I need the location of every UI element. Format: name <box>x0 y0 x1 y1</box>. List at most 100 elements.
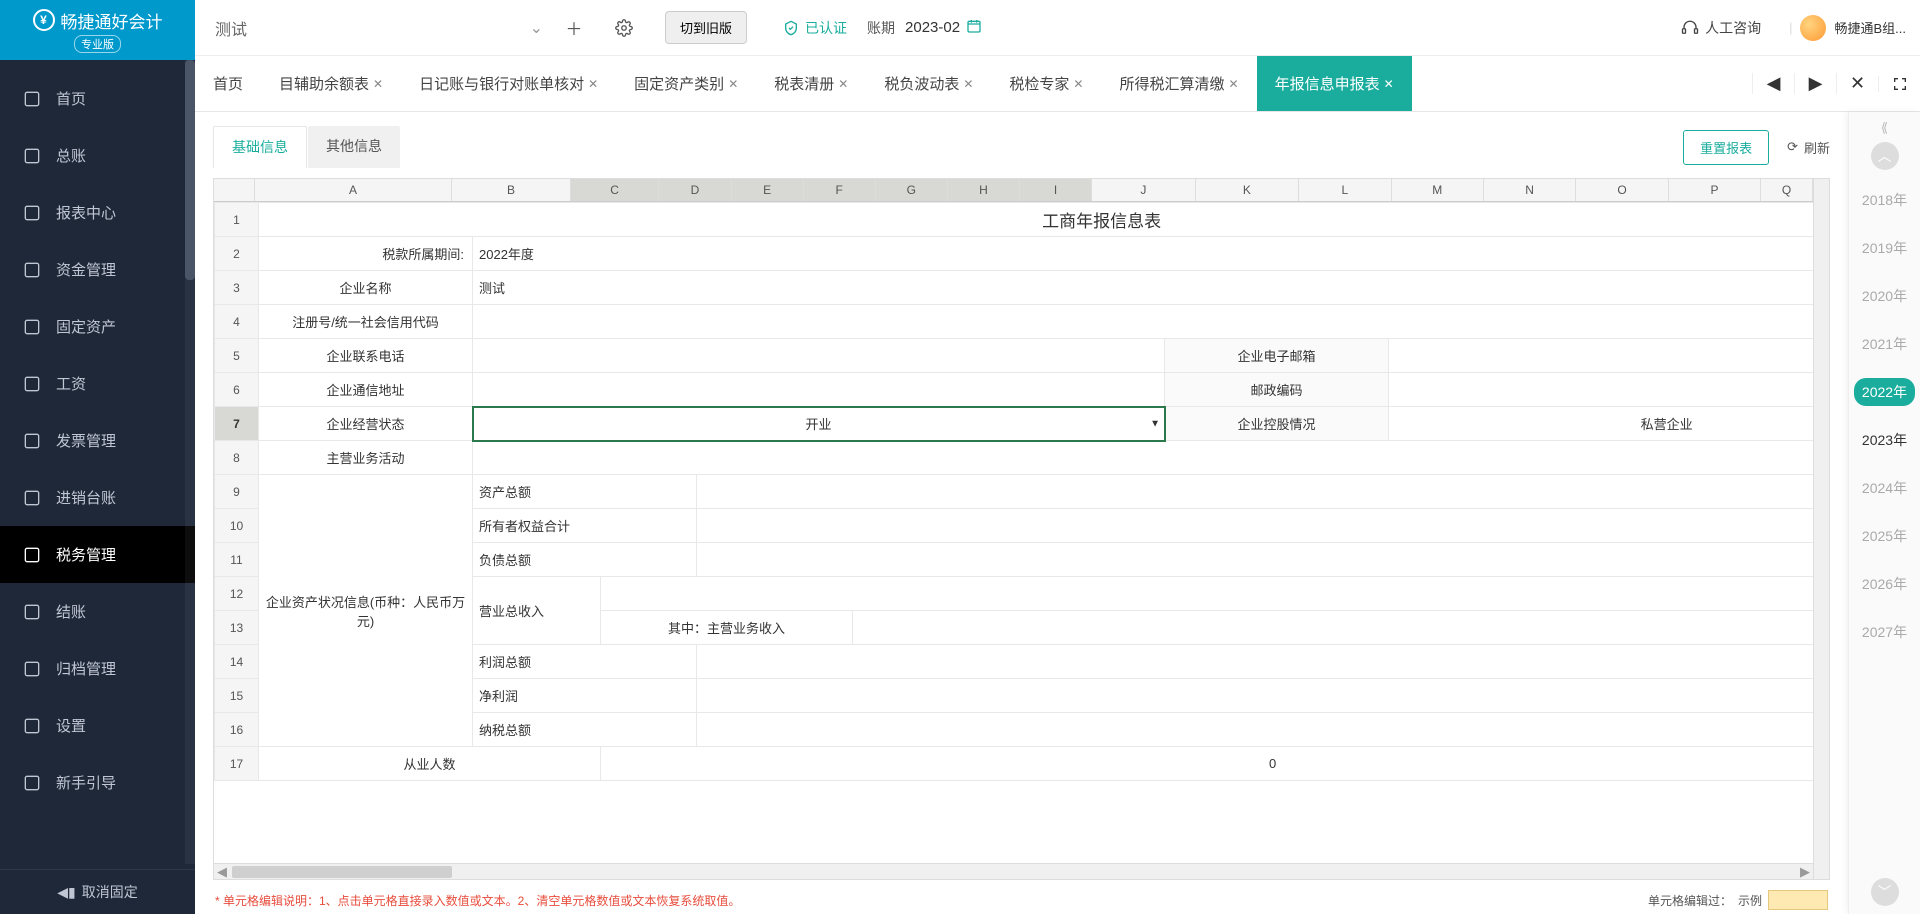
cell[interactable]: 税款所属期间: <box>259 237 473 271</box>
cell[interactable]: 0 <box>601 747 1814 781</box>
tab[interactable]: 税负波动表✕ <box>866 56 991 111</box>
row-header[interactable]: 8 <box>215 441 259 475</box>
close-icon[interactable]: ✕ <box>838 77 848 91</box>
column-header[interactable]: F <box>804 179 876 201</box>
cell[interactable]: 企业名称 <box>259 271 473 305</box>
subtab-other[interactable]: 其他信息 <box>308 126 400 168</box>
selected-cell[interactable]: 开业 ▼ <box>473 407 1165 441</box>
close-icon[interactable]: ✕ <box>588 77 598 91</box>
refresh-button[interactable]: ⟳ 刷新 <box>1787 138 1830 157</box>
year-scroll-up[interactable]: ︿ <box>1871 142 1899 170</box>
dropdown-arrow-icon[interactable]: ▼ <box>1150 418 1160 429</box>
cell[interactable] <box>473 305 1814 339</box>
cell[interactable]: 企业经营状态 <box>259 407 473 441</box>
sidebar-item[interactable]: 进销台账 <box>0 469 195 526</box>
unpin-button[interactable]: ◀▮ 取消固定 <box>0 869 195 914</box>
sidebar-item[interactable]: 固定资产 <box>0 298 195 355</box>
sidebar-item[interactable]: 新手引导 <box>0 754 195 811</box>
cell[interactable] <box>473 373 1165 407</box>
cell[interactable]: 企业电子邮箱 <box>1165 339 1389 373</box>
year-option[interactable]: 2022年 <box>1854 378 1915 406</box>
cell[interactable] <box>697 645 1814 679</box>
cell[interactable]: 主营业务活动 <box>259 441 473 475</box>
year-option[interactable]: 2020年 <box>1854 282 1915 310</box>
year-option[interactable]: 2026年 <box>1854 570 1915 598</box>
tab[interactable]: 日记账与银行对账单核对✕ <box>401 56 616 111</box>
add-button[interactable]: ＋ <box>557 11 591 45</box>
tab[interactable]: 税检专家✕ <box>991 56 1101 111</box>
cell[interactable] <box>473 441 1814 475</box>
row-header[interactable]: 13 <box>215 611 259 645</box>
sidebar-item[interactable]: 工资 <box>0 355 195 412</box>
reset-button[interactable]: 重置报表 <box>1683 130 1769 165</box>
cell[interactable] <box>1389 339 1814 373</box>
tab[interactable]: 税表清册✕ <box>756 56 866 111</box>
cell[interactable]: 企业资产状况信息(币种：人民币万元) <box>259 475 473 747</box>
column-header[interactable]: I <box>1020 179 1092 201</box>
column-header[interactable]: P <box>1669 179 1761 201</box>
user-menu[interactable]: 畅捷通B组... <box>1800 15 1906 41</box>
cell[interactable]: 测试 <box>473 271 1814 305</box>
cell[interactable]: 净利润 <box>473 679 697 713</box>
row-header[interactable]: 12 <box>215 577 259 611</box>
hscroll-thumb[interactable] <box>232 866 452 878</box>
year-option[interactable]: 2025年 <box>1854 522 1915 550</box>
column-header[interactable]: J <box>1092 179 1196 201</box>
cell[interactable]: 2022年度 <box>473 237 1814 271</box>
close-icon[interactable]: ✕ <box>1229 77 1239 91</box>
cell[interactable] <box>473 339 1165 373</box>
tab[interactable]: 所得税汇算清缴✕ <box>1101 56 1256 111</box>
column-header[interactable]: B <box>452 179 570 201</box>
row-header[interactable]: 9 <box>215 475 259 509</box>
column-header[interactable]: N <box>1484 179 1576 201</box>
row-header[interactable]: 5 <box>215 339 259 373</box>
cell[interactable]: 企业通信地址 <box>259 373 473 407</box>
cell[interactable]: 邮政编码 <box>1165 373 1389 407</box>
row-header[interactable]: 2 <box>215 237 259 271</box>
row-header[interactable]: 17 <box>215 747 259 781</box>
sidebar-item[interactable]: 设置 <box>0 697 195 754</box>
row-header[interactable]: 15 <box>215 679 259 713</box>
column-header[interactable]: K <box>1196 179 1300 201</box>
switch-old-button[interactable]: 切到旧版 <box>665 11 747 44</box>
vertical-scrollbar[interactable] <box>1813 179 1829 879</box>
settings-icon[interactable] <box>607 11 641 45</box>
row-header[interactable]: 14 <box>215 645 259 679</box>
sidebar-item[interactable]: 首页 <box>0 70 195 127</box>
cell[interactable]: 其中：主营业务收入 <box>601 611 853 645</box>
cell[interactable]: 私营企业 <box>1389 407 1814 441</box>
year-option[interactable]: 2024年 <box>1854 474 1915 502</box>
close-icon[interactable]: ✕ <box>963 77 973 91</box>
row-header[interactable]: 1 <box>215 203 259 237</box>
tab[interactable]: 固定资产类别✕ <box>616 56 756 111</box>
cell[interactable]: 营业总收入 <box>473 577 601 645</box>
cell[interactable] <box>697 509 1814 543</box>
row-header[interactable]: 3 <box>215 271 259 305</box>
collapse-year-panel[interactable]: ⟪ <box>1881 120 1888 136</box>
tab[interactable]: 首页 <box>195 56 261 111</box>
support-button[interactable]: 人工咨询 <box>1681 18 1761 38</box>
column-header[interactable]: Q <box>1761 179 1813 201</box>
horizontal-scrollbar[interactable]: ◀ ▶ <box>214 863 1813 879</box>
cell[interactable] <box>697 679 1814 713</box>
row-header[interactable]: 6 <box>215 373 259 407</box>
company-selector[interactable]: 测试 ⌄ <box>209 16 549 40</box>
sidebar-item[interactable]: 税务管理 <box>0 526 195 583</box>
sidebar-item[interactable]: 发票管理 <box>0 412 195 469</box>
tab[interactable]: 年报信息申报表✕ <box>1257 56 1412 111</box>
row-header[interactable]: 10 <box>215 509 259 543</box>
sidebar-item[interactable]: 总账 <box>0 127 195 184</box>
cell[interactable] <box>601 577 1814 611</box>
cell[interactable] <box>697 475 1814 509</box>
fullscreen-button[interactable] <box>1878 76 1920 92</box>
year-scroll-down[interactable]: ﹀ <box>1871 878 1899 906</box>
cell[interactable]: 资产总额 <box>473 475 697 509</box>
close-icon[interactable]: ✕ <box>373 77 383 91</box>
cell[interactable] <box>1389 373 1814 407</box>
row-header[interactable]: 16 <box>215 713 259 747</box>
tab-scroll-left[interactable]: ◀ <box>1752 73 1794 94</box>
cell[interactable] <box>853 611 1814 645</box>
select-all-corner[interactable] <box>214 179 255 201</box>
cell[interactable]: 负债总额 <box>473 543 697 577</box>
sidebar-scrollbar-thumb[interactable] <box>185 60 195 280</box>
